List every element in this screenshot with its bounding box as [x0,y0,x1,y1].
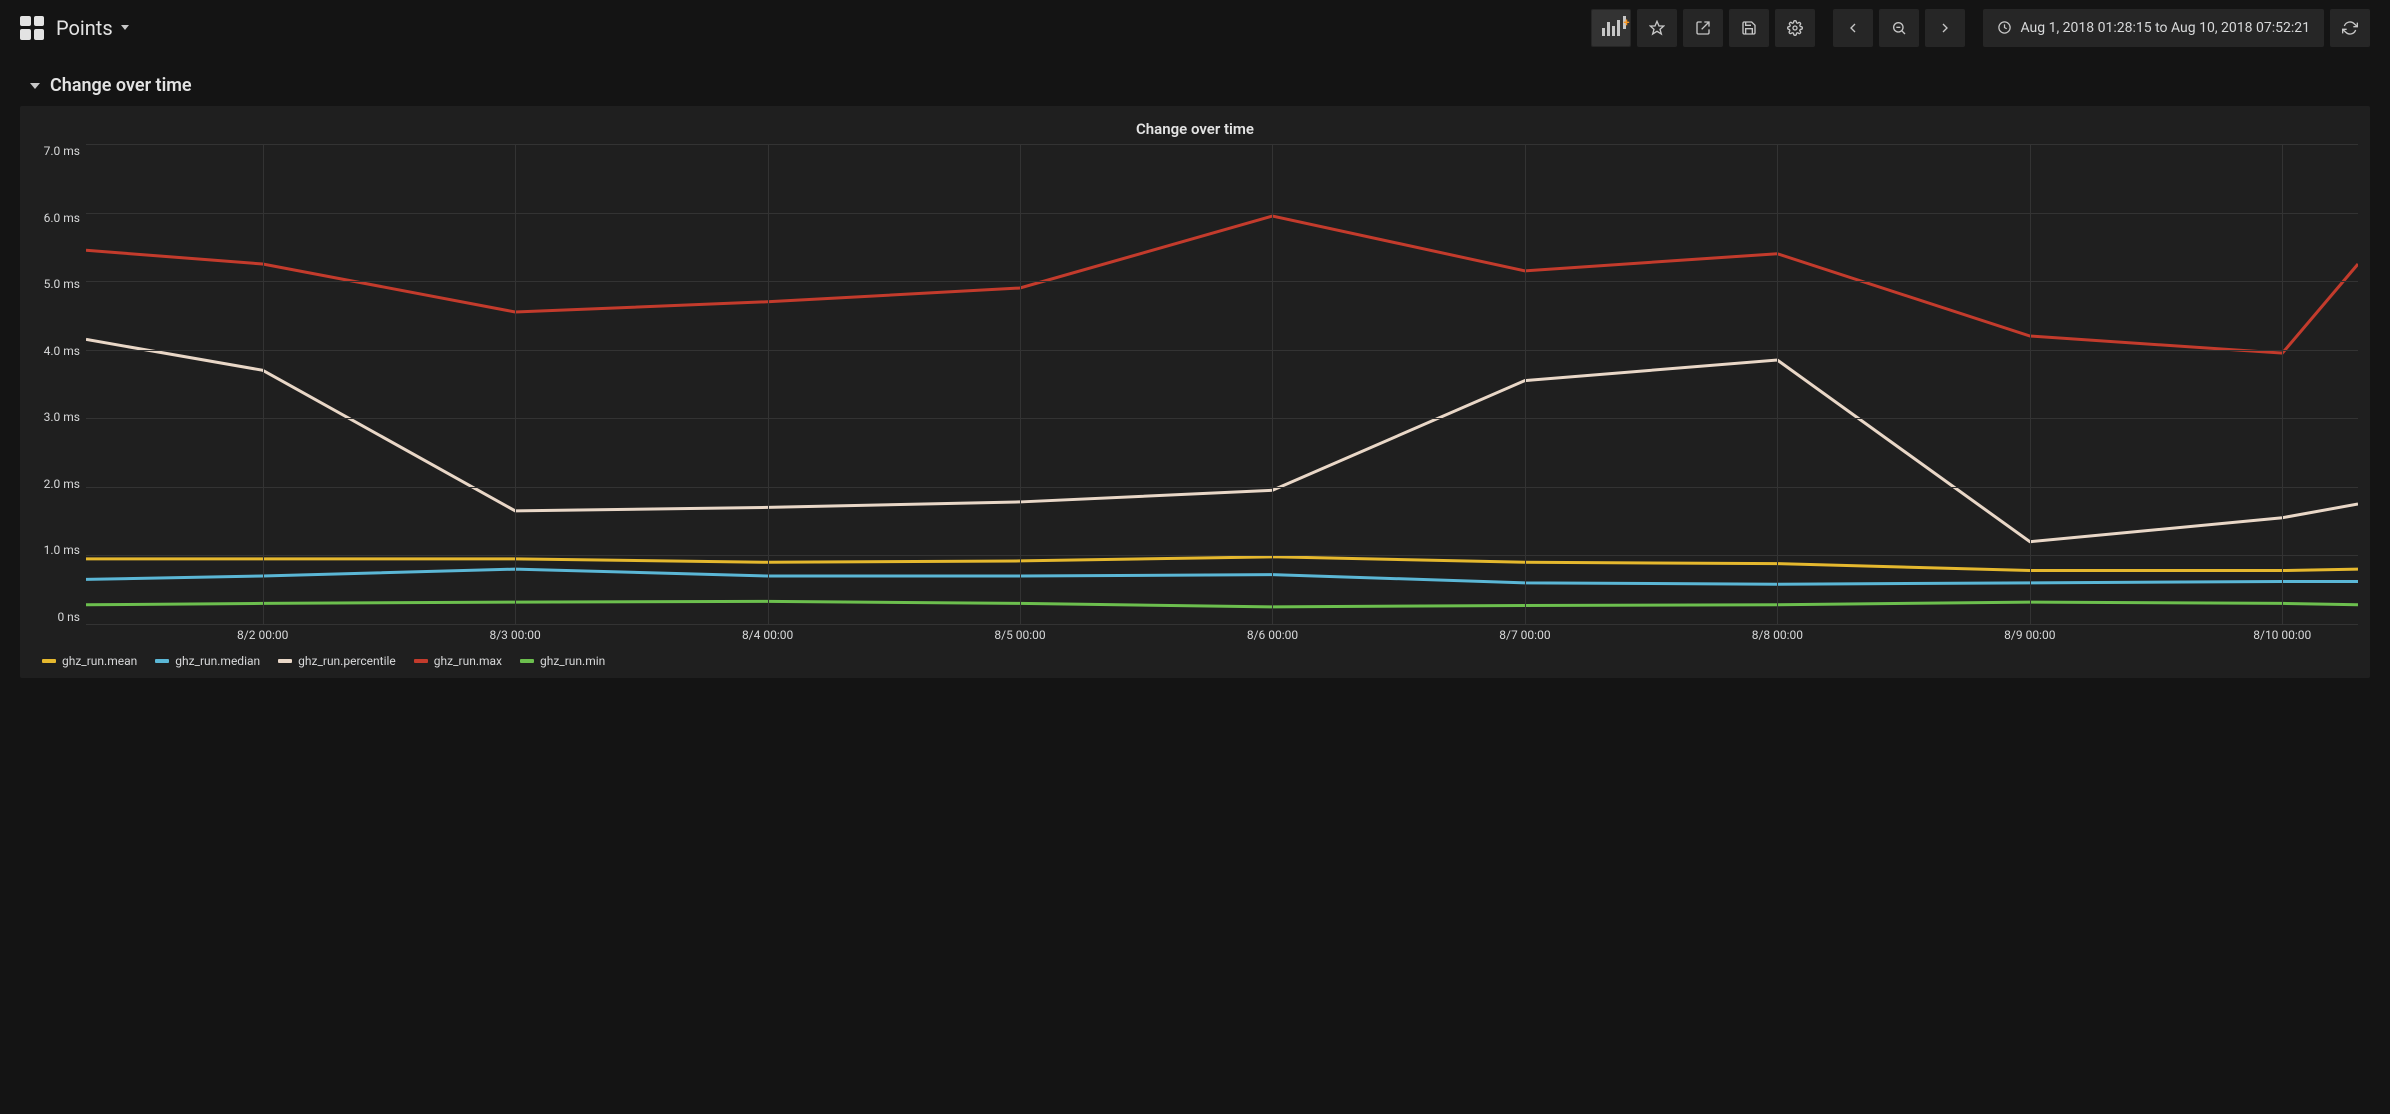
legend-label: ghz_run.median [175,654,260,668]
gridline-vertical [1777,144,1778,624]
prev-button[interactable] [1833,9,1873,47]
refresh-button[interactable] [2330,9,2370,47]
chevron-left-icon [1845,20,1861,36]
legend: ghz_run.mean ghz_run.median ghz_run.percen… [32,646,2358,670]
gridline-horizontal [86,418,2358,419]
legend-label: ghz_run.min [540,654,605,668]
share-icon [1695,20,1711,36]
save-icon [1741,20,1757,36]
legend-label: ghz_run.mean [62,654,137,668]
gridline-vertical [1525,144,1526,624]
x-tick-label: 8/8 00:00 [1752,628,1803,642]
y-tick-label: 5.0 ms [44,277,80,291]
star-button[interactable] [1637,9,1677,47]
legend-swatch [42,659,56,663]
gridline-vertical [2030,144,2031,624]
legend-swatch [414,659,428,663]
y-tick-label: 0 ns [57,610,80,624]
x-tick-label: 8/7 00:00 [1499,628,1550,642]
y-tick-label: 4.0 ms [44,344,80,358]
x-axis: 8/2 00:00 8/3 00:00 8/4 00:00 8/5 00:00 8/6 … [86,624,2358,646]
settings-button[interactable] [1775,9,1815,47]
bar-chart-plus-icon: + [1602,20,1620,36]
toolbar: + Aug 1, 2018 01:28:15 to Aug 10, 2018 0… [1591,9,2370,47]
chart-area[interactable]: 7.0 ms 6.0 ms 5.0 ms 4.0 ms 3.0 ms 2.0 ms 1.0 … [32,144,2358,624]
series-line [86,216,2358,353]
time-range-text: Aug 1, 2018 01:28:15 to Aug 10, 2018 07:… [2020,20,2310,36]
chevron-down-icon [30,83,40,89]
gridline-vertical [263,144,264,624]
legend-label: ghz_run.max [434,654,502,668]
gridline-vertical [1020,144,1021,624]
gridline-horizontal [86,281,2358,282]
line-chart-svg [86,144,2358,624]
add-panel-button[interactable]: + [1591,9,1631,47]
y-tick-label: 6.0 ms [44,211,80,225]
gridline-vertical [1272,144,1273,624]
panel-title: Change over time [32,116,2358,144]
legend-swatch [520,659,534,663]
series-line [86,339,2358,541]
dashboard-title[interactable]: Points [56,16,129,40]
x-tick-label: 8/9 00:00 [2004,628,2055,642]
zoom-out-button[interactable] [1879,9,1919,47]
legend-label: ghz_run.percentile [298,654,396,668]
x-tick-label: 8/2 00:00 [237,628,288,642]
row-title: Change over time [50,75,192,96]
gridline-horizontal [86,555,2358,556]
gridline-vertical [768,144,769,624]
chevron-right-icon [1937,20,1953,36]
x-tick-label: 8/10 00:00 [2253,628,2311,642]
row-header[interactable]: Change over time [0,55,2390,106]
caret-down-icon [121,25,129,30]
gridline-vertical [2282,144,2283,624]
topbar: Points + [0,0,2390,55]
star-icon [1649,20,1665,36]
series-line [86,601,2358,606]
x-tick-label: 8/4 00:00 [742,628,793,642]
gridline-horizontal [86,144,2358,145]
gridline-vertical [515,144,516,624]
dashboard-grid-icon[interactable] [20,16,44,40]
y-tick-label: 3.0 ms [44,410,80,424]
y-axis: 7.0 ms 6.0 ms 5.0 ms 4.0 ms 3.0 ms 2.0 ms 1.0 … [32,144,86,624]
gridline-horizontal [86,213,2358,214]
legend-swatch [155,659,169,663]
x-tick-label: 8/6 00:00 [1247,628,1298,642]
legend-item[interactable]: ghz_run.percentile [278,654,396,668]
gear-icon [1787,20,1803,36]
zoom-out-icon [1891,20,1907,36]
series-line [86,557,2358,571]
legend-item[interactable]: ghz_run.max [414,654,502,668]
legend-swatch [278,659,292,663]
chart-panel: Change over time 7.0 ms 6.0 ms 5.0 ms 4.0 m… [20,106,2370,678]
plot-area[interactable] [86,144,2358,624]
clock-icon [1997,20,2012,35]
legend-item[interactable]: ghz_run.min [520,654,605,668]
gridline-horizontal [86,350,2358,351]
gridline-horizontal [86,487,2358,488]
x-tick-label: 8/3 00:00 [489,628,540,642]
y-tick-label: 2.0 ms [44,477,80,491]
share-button[interactable] [1683,9,1723,47]
legend-item[interactable]: ghz_run.mean [42,654,137,668]
x-tick-label: 8/5 00:00 [994,628,1045,642]
dashboard-title-text: Points [56,16,113,40]
time-range-picker[interactable]: Aug 1, 2018 01:28:15 to Aug 10, 2018 07:… [1983,9,2324,47]
refresh-icon [2342,20,2358,36]
y-tick-label: 1.0 ms [44,543,80,557]
y-tick-label: 7.0 ms [44,144,80,158]
save-button[interactable] [1729,9,1769,47]
legend-item[interactable]: ghz_run.median [155,654,260,668]
next-button[interactable] [1925,9,1965,47]
